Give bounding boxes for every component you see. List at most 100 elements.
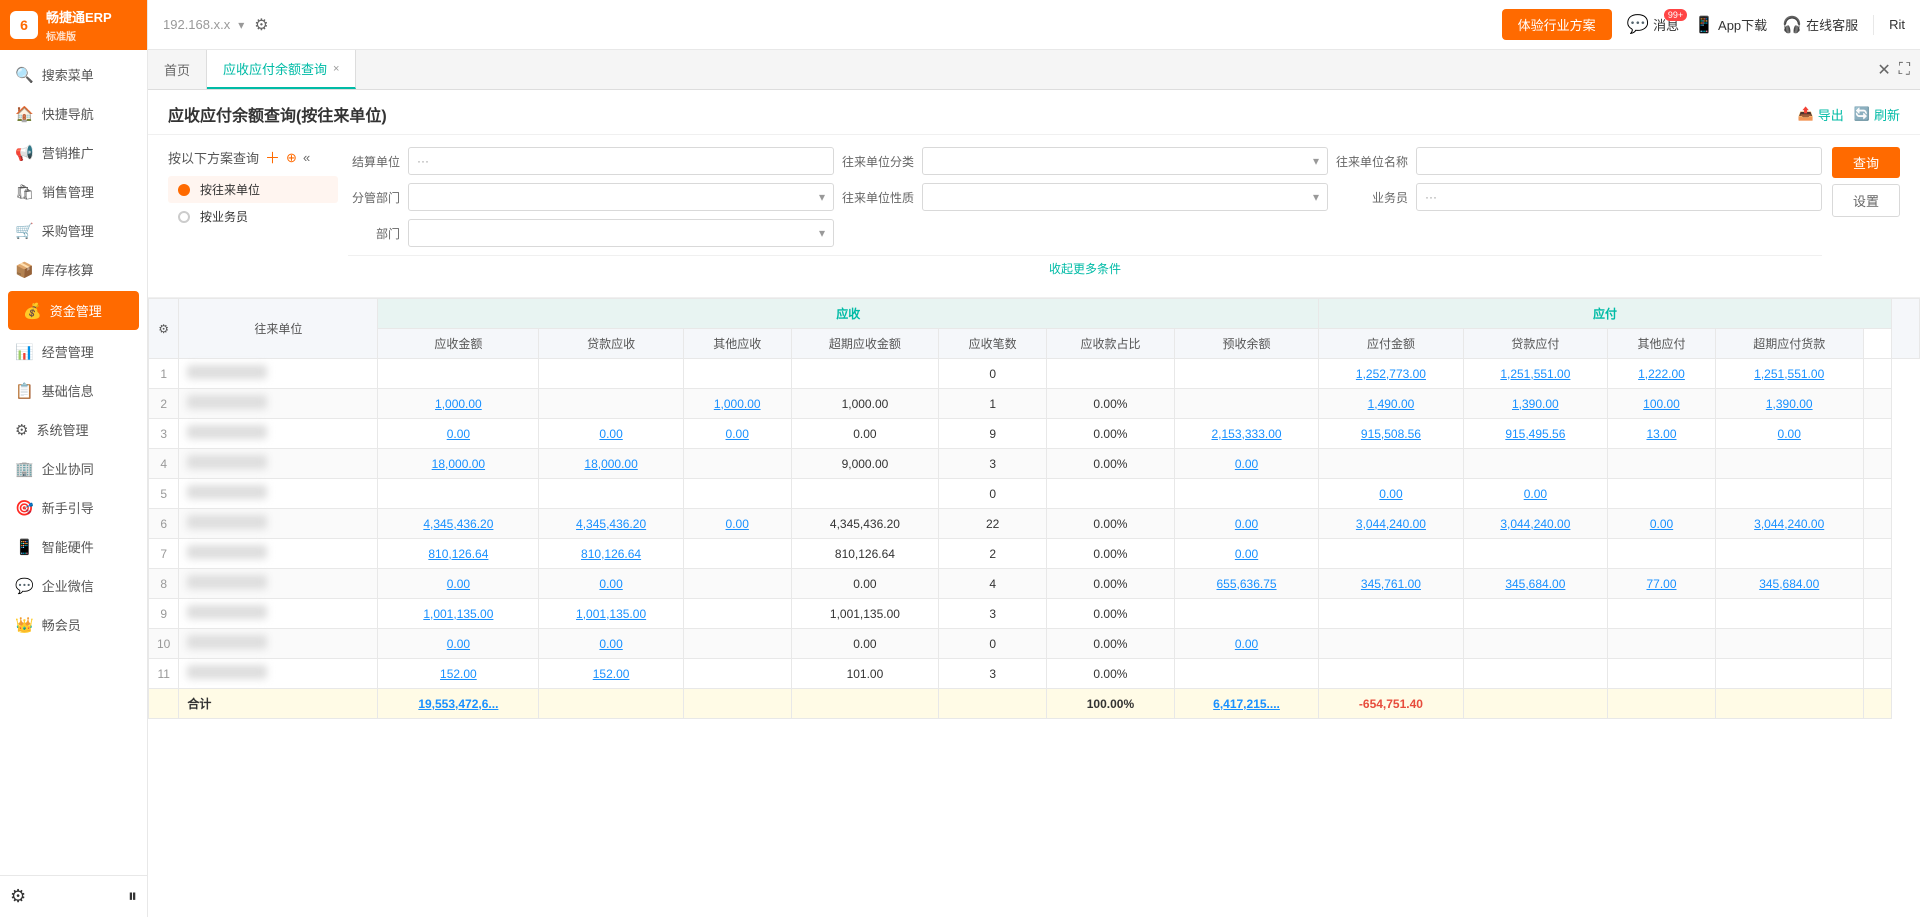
sidebar-item-wechat[interactable]: 💬企业微信: [0, 566, 147, 605]
tabs-right: ✕ ⛶: [1867, 50, 1920, 89]
sidebar-menu: 🔍搜索菜单 🏠快捷导航 📢营销推广 🛍销售管理 🛒采购管理 📦库存核算 💰资金管…: [0, 50, 147, 875]
trial-btn[interactable]: 体验行业方案: [1502, 9, 1612, 40]
settlement-unit-field: 结算单位 ···: [348, 147, 834, 175]
collapse-more-btn[interactable]: 收起更多条件: [348, 255, 1822, 285]
export-btn[interactable]: 📤 导出: [1798, 105, 1844, 124]
set-button[interactable]: 设置: [1832, 184, 1900, 217]
user-name[interactable]: Rit: [1889, 17, 1905, 32]
sidebar-item-basic[interactable]: 📋基础信息: [0, 371, 147, 410]
payable-extra-col-header: [1891, 299, 1919, 359]
table-row: 30.000.000.000.0090.00%2,153,333.00915,5…: [149, 419, 1920, 449]
dept-manager-input[interactable]: ▾: [408, 183, 834, 211]
sidebar-item-operation[interactable]: 📊经营管理: [0, 332, 147, 371]
query-by-salesman[interactable]: 按业务员: [168, 203, 338, 230]
sidebar-item-guide[interactable]: 🎯新手引导: [0, 488, 147, 527]
tab-expand-icon[interactable]: ⛶: [1899, 61, 1910, 79]
partner-name-input[interactable]: [1416, 147, 1822, 175]
salesman-input[interactable]: ···: [1416, 183, 1822, 211]
rec-ratio-header: 应收款占比: [1047, 329, 1175, 359]
sidebar-item-sales[interactable]: 🛍销售管理: [0, 172, 147, 211]
online-service-btn[interactable]: 🎧 在线客服: [1782, 15, 1858, 35]
sidebar-item-inventory[interactable]: 📦库存核算: [0, 250, 147, 289]
logo-icon: 6: [10, 11, 38, 39]
department-input[interactable]: ▾: [408, 219, 834, 247]
sidebar-item-member[interactable]: 👑畅会员: [0, 605, 147, 644]
table-row: 21,000.001,000.001,000.0010.00%1,490.001…: [149, 389, 1920, 419]
sidebar-item-hardware[interactable]: 📱智能硬件: [0, 527, 147, 566]
export-icon: 📤: [1798, 106, 1814, 122]
collapse-filter-icon[interactable]: «: [303, 150, 310, 165]
salesman-label: 业务员: [1336, 189, 1416, 206]
loan-rec-header: 贷款应收: [539, 329, 683, 359]
other-pay-header: 其他应付: [1608, 329, 1716, 359]
sidebar-item-enterprise[interactable]: 🏢企业协同: [0, 449, 147, 488]
sidebar-item-search[interactable]: 🔍搜索菜单: [0, 55, 147, 94]
footer-rec-amount[interactable]: 19,553,472,6...: [378, 689, 539, 719]
page-header: 应收应付余额查询(按往来单位) 📤 导出 🔄 刷新: [148, 90, 1920, 135]
table-row: 11152.00152.00101.0030.00%: [149, 659, 1920, 689]
query-button[interactable]: 查询: [1832, 147, 1900, 178]
settings-icon[interactable]: ⚙: [10, 886, 26, 907]
query-by-partner[interactable]: 按往来单位: [168, 176, 338, 203]
query-btns: 查询 设置: [1832, 147, 1900, 217]
receivable-group-header: 应收: [378, 299, 1319, 329]
filter-label: 按以下方案查询: [168, 148, 259, 167]
partner-col-header: 往来单位: [179, 299, 378, 359]
footer-rec-ratio: 100.00%: [1047, 689, 1175, 719]
sidebar-item-marketing[interactable]: 📢营销推广: [0, 133, 147, 172]
page-header-actions: 📤 导出 🔄 刷新: [1798, 105, 1900, 124]
settings-filter-icon[interactable]: ⊕: [286, 150, 297, 166]
messages-btn[interactable]: 💬 消息 99+: [1627, 14, 1679, 35]
overdue-pay-header: 超期应付货款: [1715, 329, 1863, 359]
app-name: 畅捷通ERP: [46, 7, 112, 26]
tab-close-all-icon[interactable]: ✕: [1877, 60, 1890, 80]
settlement-unit-input[interactable]: ···: [408, 147, 834, 175]
add-filter-btn[interactable]: ＋: [265, 147, 280, 168]
partner-category-input[interactable]: ▾: [922, 147, 1328, 175]
sidebar-footer: ⚙ ⏸: [0, 875, 147, 917]
rec-amount-header: 应收金额: [378, 329, 539, 359]
main-content: 应收应付余额查询(按往来单位) 📤 导出 🔄 刷新 按以下方案查询 ＋ ⊕ «: [148, 90, 1920, 917]
salesman-field: 业务员 ···: [1336, 183, 1822, 211]
dept-manager-field: 分管部门 ▾: [348, 183, 834, 211]
overdue-rec-header: 超期应收金额: [791, 329, 939, 359]
topbar-actions: 体验行业方案 💬 消息 99+ 📱 App下载 🎧 在线客服 Rit: [1502, 9, 1905, 40]
topbar: 192.168.x.x ▾ ⚙ 体验行业方案 💬 消息 99+ 📱 App下载 …: [148, 0, 1920, 50]
table-row: 500.000.00: [149, 479, 1920, 509]
table-row: 91,001,135.001,001,135.001,001,135.0030.…: [149, 599, 1920, 629]
table-row: 80.000.000.0040.00%655,636.75345,761.003…: [149, 569, 1920, 599]
topbar-settings-icon[interactable]: ⚙: [254, 15, 268, 35]
tab-home[interactable]: 首页: [148, 50, 207, 89]
filter-fields: 结算单位 ··· 往来单位分类 ▾ 往来单位名称: [348, 147, 1822, 285]
settings-col-header[interactable]: ⚙: [149, 299, 179, 359]
topbar-dropdown-icon[interactable]: ▾: [238, 18, 244, 32]
sidebar-item-finance[interactable]: 💰资金管理: [8, 291, 139, 330]
tab-close-btn[interactable]: ×: [333, 63, 339, 75]
message-badge: 99+: [1664, 9, 1687, 21]
page-title: 应收应付余额查询(按往来单位): [168, 102, 387, 126]
footer-label: 合计: [179, 689, 378, 719]
pay-amount-header: 应付金额: [1319, 329, 1463, 359]
table-container: ⚙ 往来单位 应收 应付 应收金额 贷款应收 其他应收 超期应收金额 应收笔数 …: [148, 298, 1920, 719]
collapse-icon[interactable]: ⏸: [128, 886, 137, 907]
partner-category-label: 往来单位分类: [842, 153, 922, 170]
message-icon: 💬: [1627, 14, 1649, 35]
table-row: 101,252,773.001,251,551.001,222.001,251,…: [149, 359, 1920, 389]
table-row: 418,000.0018,000.009,000.0030.00%0.00: [149, 449, 1920, 479]
sidebar-item-purchase[interactable]: 🛒采购管理: [0, 211, 147, 250]
app-download-btn[interactable]: 📱 App下载: [1694, 15, 1767, 35]
partner-category-field: 往来单位分类 ▾: [842, 147, 1328, 175]
rec-count-header: 应收笔数: [939, 329, 1047, 359]
footer-row: 合计 19,553,472,6... 100.00% 6,417,215....…: [149, 689, 1920, 719]
sidebar-item-quick-nav[interactable]: 🏠快捷导航: [0, 94, 147, 133]
sidebar-item-system[interactable]: ⚙系统管理: [0, 410, 147, 449]
partner-nature-field: 往来单位性质 ▾: [842, 183, 1328, 211]
footer-prepaid[interactable]: 6,417,215....: [1174, 689, 1318, 719]
topbar-left: 192.168.x.x ▾ ⚙: [163, 15, 1502, 35]
partner-name-label: 往来单位名称: [1336, 153, 1416, 170]
topbar-path: 192.168.x.x: [163, 17, 230, 32]
partner-nature-input[interactable]: ▾: [922, 183, 1328, 211]
download-icon: 📱: [1694, 15, 1714, 35]
tab-current[interactable]: 应收应付余额查询 ×: [207, 50, 356, 89]
refresh-btn[interactable]: 🔄 刷新: [1854, 105, 1900, 124]
